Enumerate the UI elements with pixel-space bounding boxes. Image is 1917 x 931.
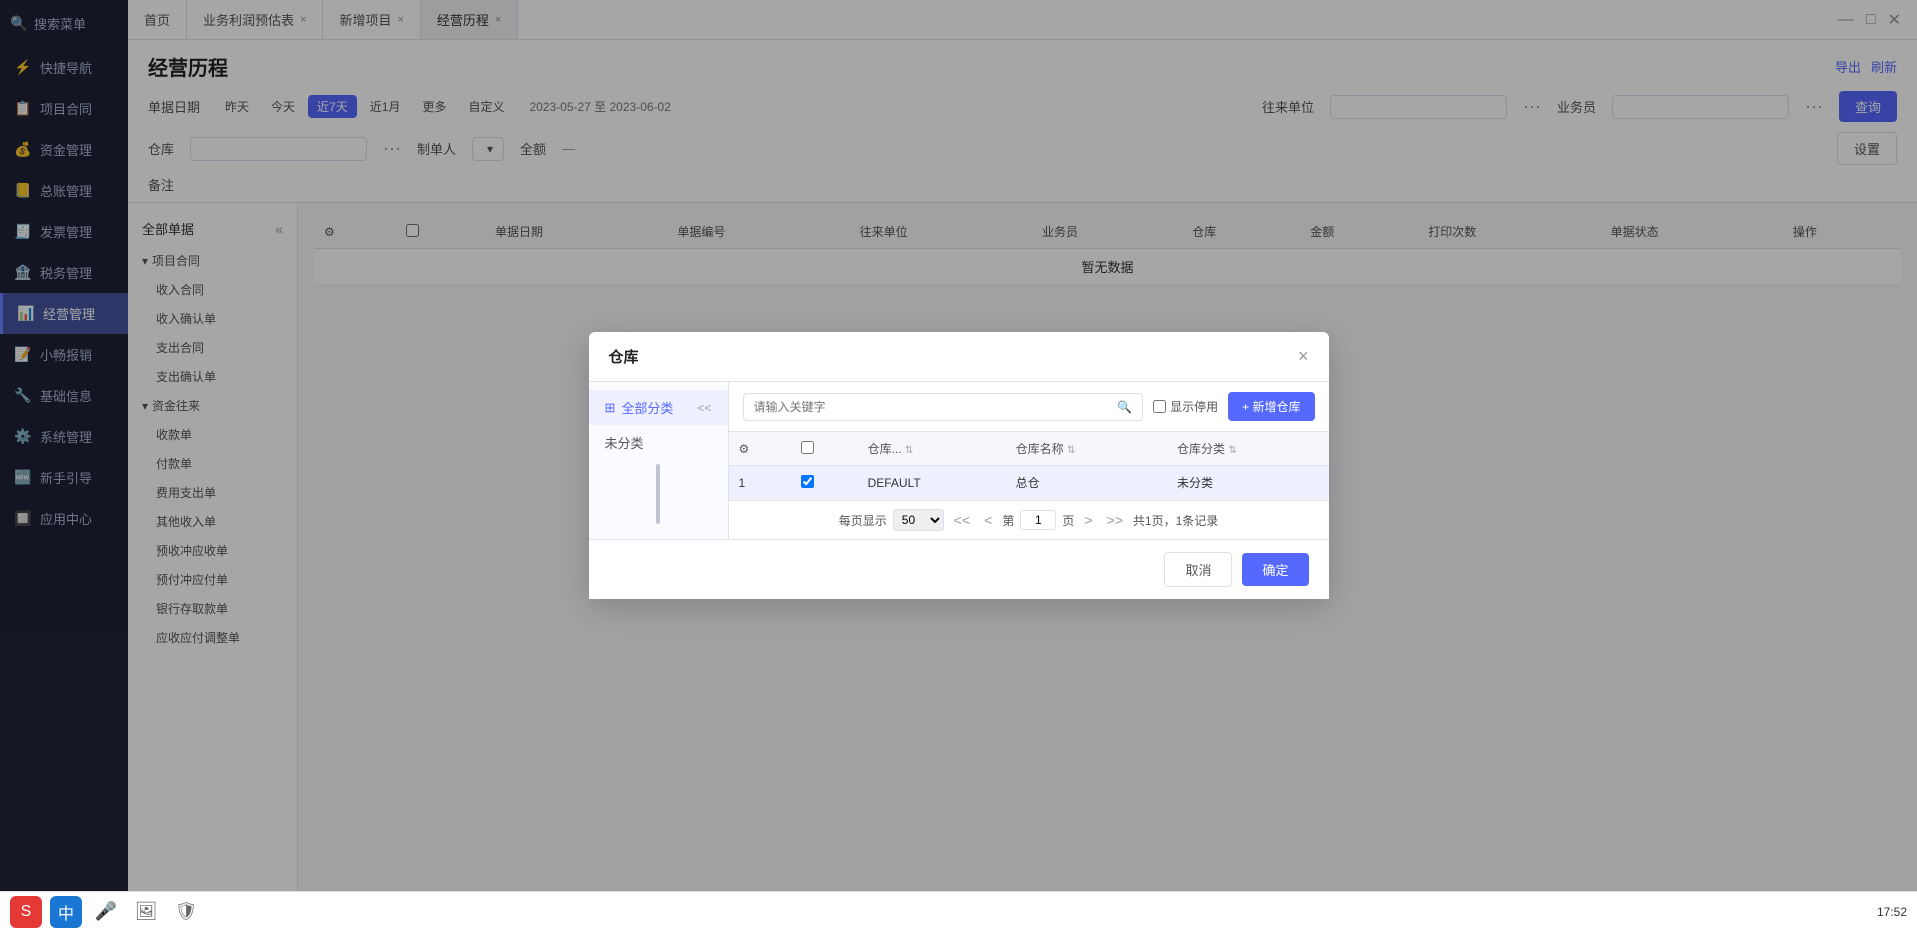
taskbar-app-5[interactable]: 🛡 <box>170 896 202 928</box>
modal-pagination: 每页显示 50 100 << < 第 页 > >> 共1页，1条记录 <box>729 500 1329 539</box>
show-disabled-label[interactable]: 显示停用 <box>1153 398 1218 415</box>
add-warehouse-button[interactable]: + 新增仓库 <box>1228 392 1314 421</box>
taskbar-app-4[interactable]: 🖼 <box>130 896 162 928</box>
table-row[interactable]: 1 DEFAULT 总仓 未分类 <box>729 466 1329 500</box>
modal-per-page-label: 每页显示 <box>839 512 887 529</box>
warehouse-modal: 仓库 × ⊞ 全部分类 << 未分类 <box>589 332 1329 599</box>
modal-col-category: 仓库分类 ⇅ <box>1167 432 1328 466</box>
taskbar-app-3[interactable]: 🎤 <box>90 896 122 928</box>
modal-sidebar-uncategorized[interactable]: 未分类 <box>589 425 728 460</box>
modal-select-all[interactable] <box>801 441 814 454</box>
modal-search-box[interactable]: 🔍 <box>743 393 1144 421</box>
row-num: 1 <box>729 466 791 500</box>
sort-icon2[interactable]: ⇅ <box>1067 445 1075 456</box>
modal-header: 仓库 × <box>589 332 1329 382</box>
row-category: 未分类 <box>1167 466 1328 500</box>
modal-prev-page[interactable]: < <box>980 512 996 528</box>
modal-body: ⊞ 全部分类 << 未分类 🔍 <box>589 382 1329 539</box>
modal-content: 🔍 显示停用 + 新增仓库 ⚙ <box>729 382 1329 539</box>
taskbar-clock: 17:52 <box>1877 905 1907 919</box>
sidebar-collapse-btn[interactable]: << <box>697 401 711 415</box>
grid-icon: ⊞ <box>605 400 616 416</box>
modal-overlay: 仓库 × ⊞ 全部分类 << 未分类 <box>0 0 1917 931</box>
modal-total: 共1页，1条记录 <box>1133 512 1218 529</box>
modal-last-page[interactable]: >> <box>1103 512 1127 528</box>
modal-toolbar: 🔍 显示停用 + 新增仓库 <box>729 382 1329 432</box>
search-icon: 🔍 <box>1117 400 1132 414</box>
modal-sidebar-uncategorized-label: 未分类 <box>605 433 644 452</box>
modal-table-wrap: ⚙ 仓库... ⇅ 仓库名称 ⇅ 仓库分类 ⇅ <box>729 432 1329 500</box>
modal-first-page[interactable]: << <box>950 512 974 528</box>
modal-close-icon[interactable]: × <box>1298 346 1309 367</box>
row-name: 总仓 <box>1006 466 1167 500</box>
modal-per-page-select[interactable]: 50 100 <box>893 509 944 531</box>
row-checkbox[interactable] <box>791 466 858 500</box>
sort-icon3[interactable]: ⇅ <box>1228 445 1236 456</box>
modal-page-label: 第 <box>1002 512 1014 529</box>
modal-sidebar-all[interactable]: ⊞ 全部分类 << <box>589 390 728 425</box>
row-select[interactable] <box>801 475 814 488</box>
modal-col-name: 仓库名称 ⇅ <box>1006 432 1167 466</box>
taskbar: S 中 🎤 🖼 🛡 17:52 <box>0 891 1917 931</box>
confirm-button[interactable]: 确定 <box>1242 553 1308 586</box>
modal-col-settings[interactable]: ⚙ <box>729 432 791 466</box>
modal-next-page[interactable]: > <box>1080 512 1096 528</box>
taskbar-app-1[interactable]: S <box>10 896 42 928</box>
modal-col-code: 仓库... ⇅ <box>858 432 1006 466</box>
modal-sidebar: ⊞ 全部分类 << 未分类 <box>589 382 729 539</box>
modal-col-checkbox[interactable] <box>791 432 858 466</box>
modal-search-input[interactable] <box>754 400 1112 414</box>
taskbar-apps: S 中 🎤 🖼 🛡 <box>10 896 202 928</box>
modal-title: 仓库 <box>609 346 639 367</box>
show-disabled-checkbox[interactable] <box>1153 400 1166 413</box>
row-code: DEFAULT <box>858 466 1006 500</box>
taskbar-right: 17:52 <box>1877 905 1907 919</box>
taskbar-app-2[interactable]: 中 <box>50 896 82 928</box>
modal-page-unit: 页 <box>1062 512 1074 529</box>
cancel-button[interactable]: 取消 <box>1164 552 1232 587</box>
modal-table: ⚙ 仓库... ⇅ 仓库名称 ⇅ 仓库分类 ⇅ <box>729 432 1329 500</box>
modal-footer: 取消 确定 <box>589 539 1329 599</box>
modal-sidebar-all-label: 全部分类 <box>621 398 673 417</box>
modal-page-input[interactable] <box>1020 510 1056 530</box>
sort-icon[interactable]: ⇅ <box>905 445 913 456</box>
